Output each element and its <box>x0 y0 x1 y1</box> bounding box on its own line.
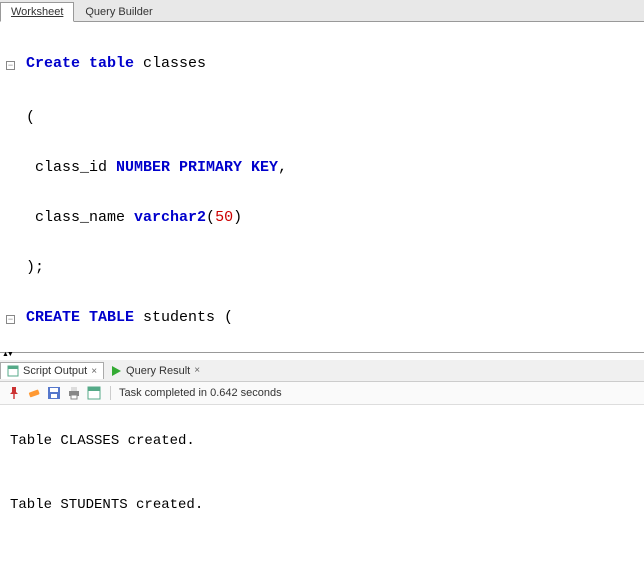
fold-icon[interactable]: − <box>6 315 15 324</box>
tab-script-output[interactable]: Script Output × <box>0 362 104 379</box>
output-toolbar: Task completed in 0.642 seconds <box>0 382 644 405</box>
worksheet-tabs: Worksheet Query Builder <box>0 0 644 22</box>
save-icon[interactable] <box>46 385 62 401</box>
status-text: Task completed in 0.642 seconds <box>119 387 282 399</box>
tab-query-result[interactable]: Query Result × <box>104 363 206 379</box>
print-icon[interactable] <box>66 385 82 401</box>
script-output-body: Table CLASSES created. Table STUDENTS cr… <box>0 405 644 583</box>
sql-editor[interactable]: −Create table classes ( class_id NUMBER … <box>0 22 644 352</box>
play-icon <box>110 365 122 377</box>
tab-query-builder[interactable]: Query Builder <box>74 2 163 21</box>
tab-worksheet[interactable]: Worksheet <box>0 2 74 22</box>
fold-icon[interactable]: − <box>6 61 15 70</box>
splitter[interactable] <box>0 352 644 360</box>
eraser-icon[interactable] <box>26 385 42 401</box>
pin-icon[interactable] <box>6 385 22 401</box>
output-tabs: Script Output × Query Result × <box>0 360 644 382</box>
tab-label: Query Result <box>126 365 190 377</box>
separator <box>110 386 111 400</box>
close-icon[interactable]: × <box>194 365 200 376</box>
close-icon[interactable]: × <box>91 366 97 377</box>
script-output-icon <box>7 365 19 377</box>
sql-icon[interactable] <box>86 385 102 401</box>
tab-label: Script Output <box>23 365 87 377</box>
